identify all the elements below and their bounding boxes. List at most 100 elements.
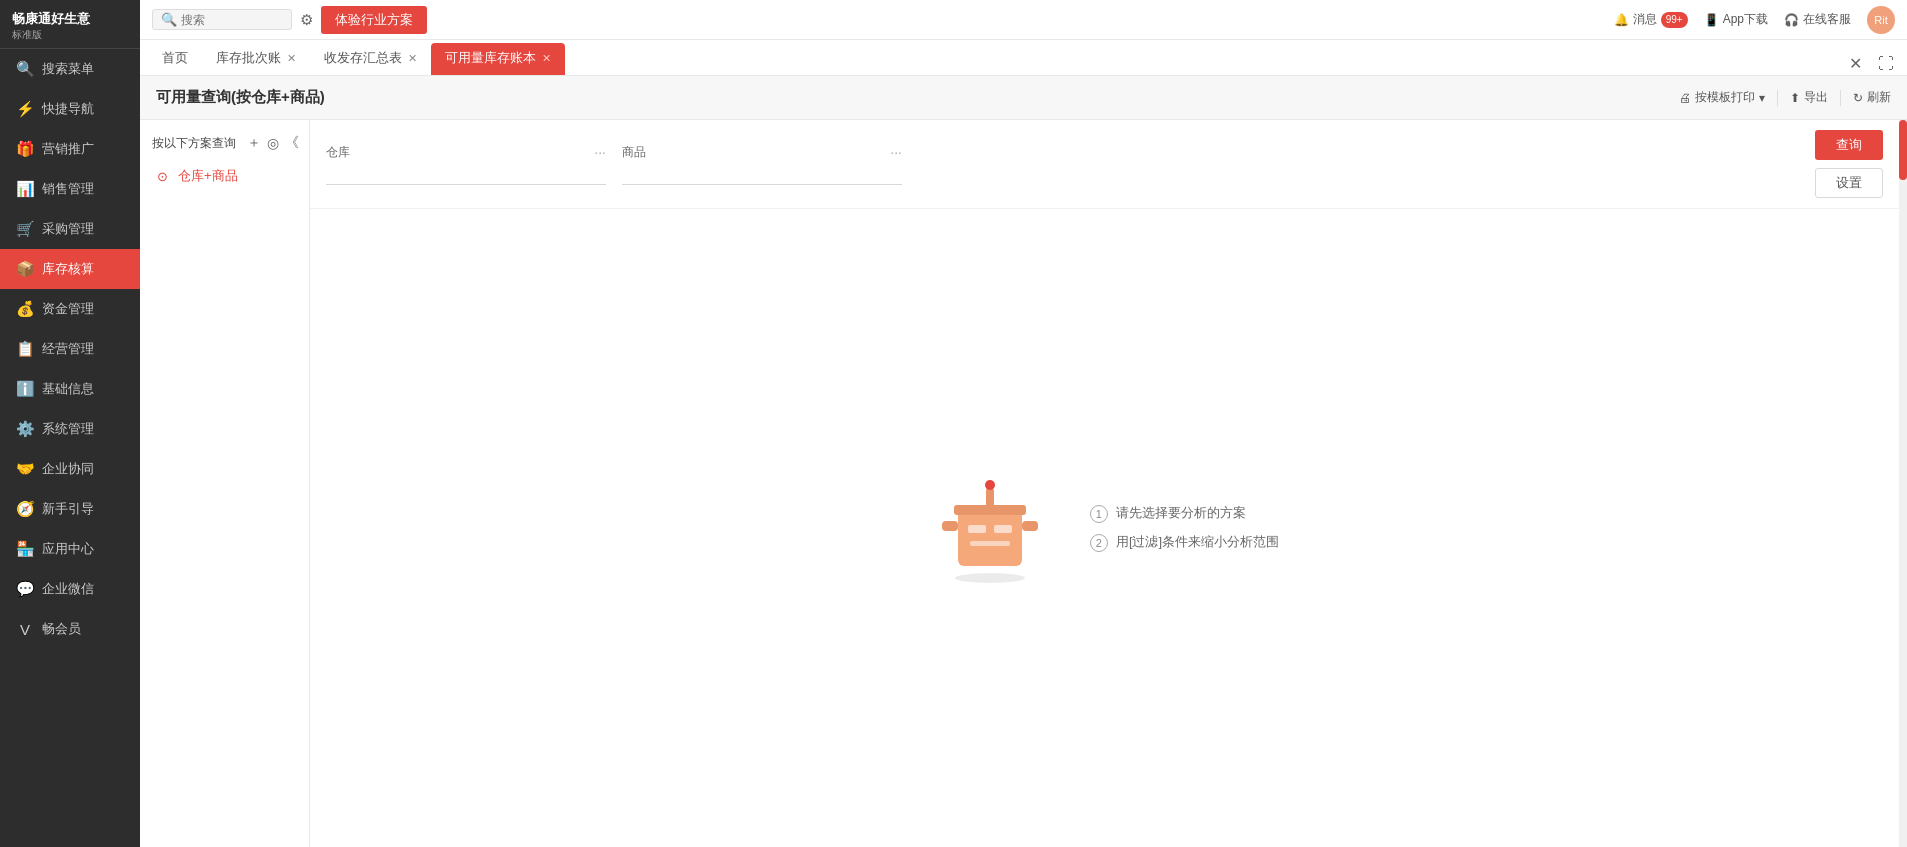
right-scrollbar[interactable] xyxy=(1899,120,1907,847)
empty-illustration xyxy=(930,468,1050,588)
marketing-promo-icon: 🎁 xyxy=(16,140,34,158)
industry-solution-button[interactable]: 体验行业方案 xyxy=(321,6,427,34)
left-panel-icons: ＋ ◎ 《 xyxy=(247,134,299,152)
divider2 xyxy=(1840,90,1841,106)
sidebar-item-label: 销售管理 xyxy=(42,180,94,198)
left-panel-header: 按以下方案查询 ＋ ◎ 《 xyxy=(140,128,309,158)
tabs-actions: ✕ ⛶ xyxy=(1844,52,1899,75)
sidebar-item-app-center[interactable]: 🏪应用中心 xyxy=(0,529,140,569)
scrollbar-thumb[interactable] xyxy=(1899,120,1907,180)
topbar: 🔍 ⚙ 体验行业方案 🔔 消息 99+ 📱 App下载 🎧 在线客服 Rit xyxy=(140,0,1907,40)
left-panel: 按以下方案查询 ＋ ◎ 《 ⊙仓库+商品 xyxy=(140,120,310,847)
page-header: 可用量查询(按仓库+商品) 🖨 按模板打印 ▾ ⬆ 导出 ↻ 刷新 xyxy=(140,76,1907,120)
add-scheme-icon[interactable]: ＋ xyxy=(247,134,261,152)
sidebar-item-label: 经营管理 xyxy=(42,340,94,358)
sidebar-item-new-guide[interactable]: 🧭新手引导 xyxy=(0,489,140,529)
tab-home[interactable]: 首页 xyxy=(148,43,202,75)
setting-button[interactable]: 设置 xyxy=(1815,168,1883,198)
tab-available-stock[interactable]: 可用量库存账本 ✕ xyxy=(431,43,565,75)
warehouse-more-dots[interactable]: ··· xyxy=(594,144,606,160)
gear-icon[interactable]: ⚙ xyxy=(300,11,313,29)
sidebar-item-enterprise-collab[interactable]: 🤝企业协同 xyxy=(0,449,140,489)
expand-tab-button[interactable]: ⛶ xyxy=(1873,53,1899,75)
sidebar-item-label: 营销推广 xyxy=(42,140,94,158)
sidebar-item-label: 系统管理 xyxy=(42,420,94,438)
enterprise-wechat-icon: 💬 xyxy=(16,580,34,598)
svg-rect-8 xyxy=(942,521,958,531)
avatar[interactable]: Rit xyxy=(1867,6,1895,34)
search-input[interactable] xyxy=(181,13,271,27)
sidebar-item-chang-member[interactable]: V畅会员 xyxy=(0,609,140,649)
inventory-calc-icon: 📦 xyxy=(16,260,34,278)
message-button[interactable]: 🔔 消息 99+ xyxy=(1614,11,1688,28)
sidebar-item-sales-mgmt[interactable]: 📊 销售管理 xyxy=(0,169,140,209)
sidebar-item-quick-nav[interactable]: ⚡快捷导航 xyxy=(0,89,140,129)
warehouse-filter-field: 仓库 ··· xyxy=(326,144,606,185)
refresh-button[interactable]: ↻ 刷新 xyxy=(1853,89,1891,106)
refresh-icon: ↻ xyxy=(1853,91,1863,105)
sidebar-logo-title: 畅康通好生意 xyxy=(12,10,128,28)
sidebar-item-label: 快捷导航 xyxy=(42,100,94,118)
empty-hint-1: 1 请先选择要分析的方案 xyxy=(1090,504,1279,523)
mobile-icon: 📱 xyxy=(1704,13,1719,27)
warehouse-label: 仓库 ··· xyxy=(326,144,606,161)
sidebar-item-label: 资金管理 xyxy=(42,300,94,318)
settings-scheme-icon[interactable]: ◎ xyxy=(267,135,279,151)
svg-point-0 xyxy=(955,573,1025,583)
sidebar-item-label: 搜索菜单 xyxy=(42,60,94,78)
schemes-list: ⊙仓库+商品 xyxy=(140,158,309,194)
topbar-right: 🔔 消息 99+ 📱 App下载 🎧 在线客服 Rit xyxy=(1614,6,1895,34)
sidebar-item-basic-info[interactable]: ℹ️基础信息 xyxy=(0,369,140,409)
empty-robot-icon xyxy=(940,473,1040,583)
goods-input[interactable] xyxy=(622,163,902,185)
printer-icon: 🖨 xyxy=(1679,91,1691,105)
sidebar-nav: 🔍 搜索菜单 ⚡快捷导航 🎁 营销推广 📊 销售管理 🛒采购管理 📦 库存核算 💰资金管理📋经营管理… xyxy=(0,49,140,847)
sidebar-item-label: 企业微信 xyxy=(42,580,94,598)
sys-mgmt-icon: ⚙️ xyxy=(16,420,34,438)
search-icon: 🔍 xyxy=(16,60,34,78)
topbar-search-box[interactable]: 🔍 xyxy=(152,9,292,30)
sidebar-item-search[interactable]: 🔍 搜索菜单 xyxy=(0,49,140,89)
goods-more-dots[interactable]: ··· xyxy=(890,144,902,160)
sidebar-item-ops-mgmt[interactable]: 📋经营管理 xyxy=(0,329,140,369)
sidebar-item-marketing-promo[interactable]: 🎁 营销推广 xyxy=(0,129,140,169)
sidebar-item-label: 基础信息 xyxy=(42,380,94,398)
svg-rect-9 xyxy=(1022,521,1038,531)
scheme-item-warehouse-goods[interactable]: ⊙仓库+商品 xyxy=(140,158,309,194)
app-download-button[interactable]: 📱 App下载 xyxy=(1704,11,1768,28)
sidebar-item-fund-mgmt[interactable]: 💰资金管理 xyxy=(0,289,140,329)
sales-mgmt-icon: 📊 xyxy=(16,180,34,198)
sidebar-item-sys-mgmt[interactable]: ⚙️ 系统管理 xyxy=(0,409,140,449)
right-content: 仓库 ··· 商品 ··· 查询 设置 xyxy=(310,120,1899,847)
tab-label: 可用量库存账本 xyxy=(445,49,536,67)
collapse-panel-icon[interactable]: 《 xyxy=(285,134,299,152)
chevron-down-icon: ▾ xyxy=(1759,91,1765,105)
online-service-button[interactable]: 🎧 在线客服 xyxy=(1784,11,1851,28)
sidebar-item-inventory-calc[interactable]: 📦 库存核算 xyxy=(0,249,140,289)
svg-rect-7 xyxy=(954,505,1026,515)
tab-collect-summary[interactable]: 收发存汇总表✕ xyxy=(310,43,431,75)
sidebar-item-label: 新手引导 xyxy=(42,500,94,518)
page-header-actions: 🖨 按模板打印 ▾ ⬆ 导出 ↻ 刷新 xyxy=(1679,89,1891,106)
goods-label: 商品 ··· xyxy=(622,144,902,161)
tab-batch-account[interactable]: 库存批次账✕ xyxy=(202,43,310,75)
sidebar-item-label: 应用中心 xyxy=(42,540,94,558)
query-button[interactable]: 查询 xyxy=(1815,130,1883,160)
message-badge: 99+ xyxy=(1661,12,1688,28)
warehouse-input[interactable] xyxy=(326,163,606,185)
sidebar-item-label: 畅会员 xyxy=(42,620,81,638)
export-button[interactable]: ⬆ 导出 xyxy=(1790,89,1828,106)
close-tab-button[interactable]: ✕ xyxy=(1844,52,1867,75)
tab-label: 首页 xyxy=(162,49,188,67)
page-title: 可用量查询(按仓库+商品) xyxy=(156,88,325,107)
tab-close-icon[interactable]: ✕ xyxy=(287,52,296,65)
export-icon: ⬆ xyxy=(1790,91,1800,105)
sidebar-item-label: 库存核算 xyxy=(42,260,94,278)
tab-close-icon[interactable]: ✕ xyxy=(542,52,551,65)
sidebar-item-enterprise-wechat[interactable]: 💬 企业微信 xyxy=(0,569,140,609)
svg-rect-4 xyxy=(970,541,1010,546)
purchase-mgmt-icon: 🛒 xyxy=(16,220,34,238)
tab-close-icon[interactable]: ✕ xyxy=(408,52,417,65)
sidebar-item-purchase-mgmt[interactable]: 🛒采购管理 xyxy=(0,209,140,249)
template-print-button[interactable]: 🖨 按模板打印 ▾ xyxy=(1679,89,1765,106)
